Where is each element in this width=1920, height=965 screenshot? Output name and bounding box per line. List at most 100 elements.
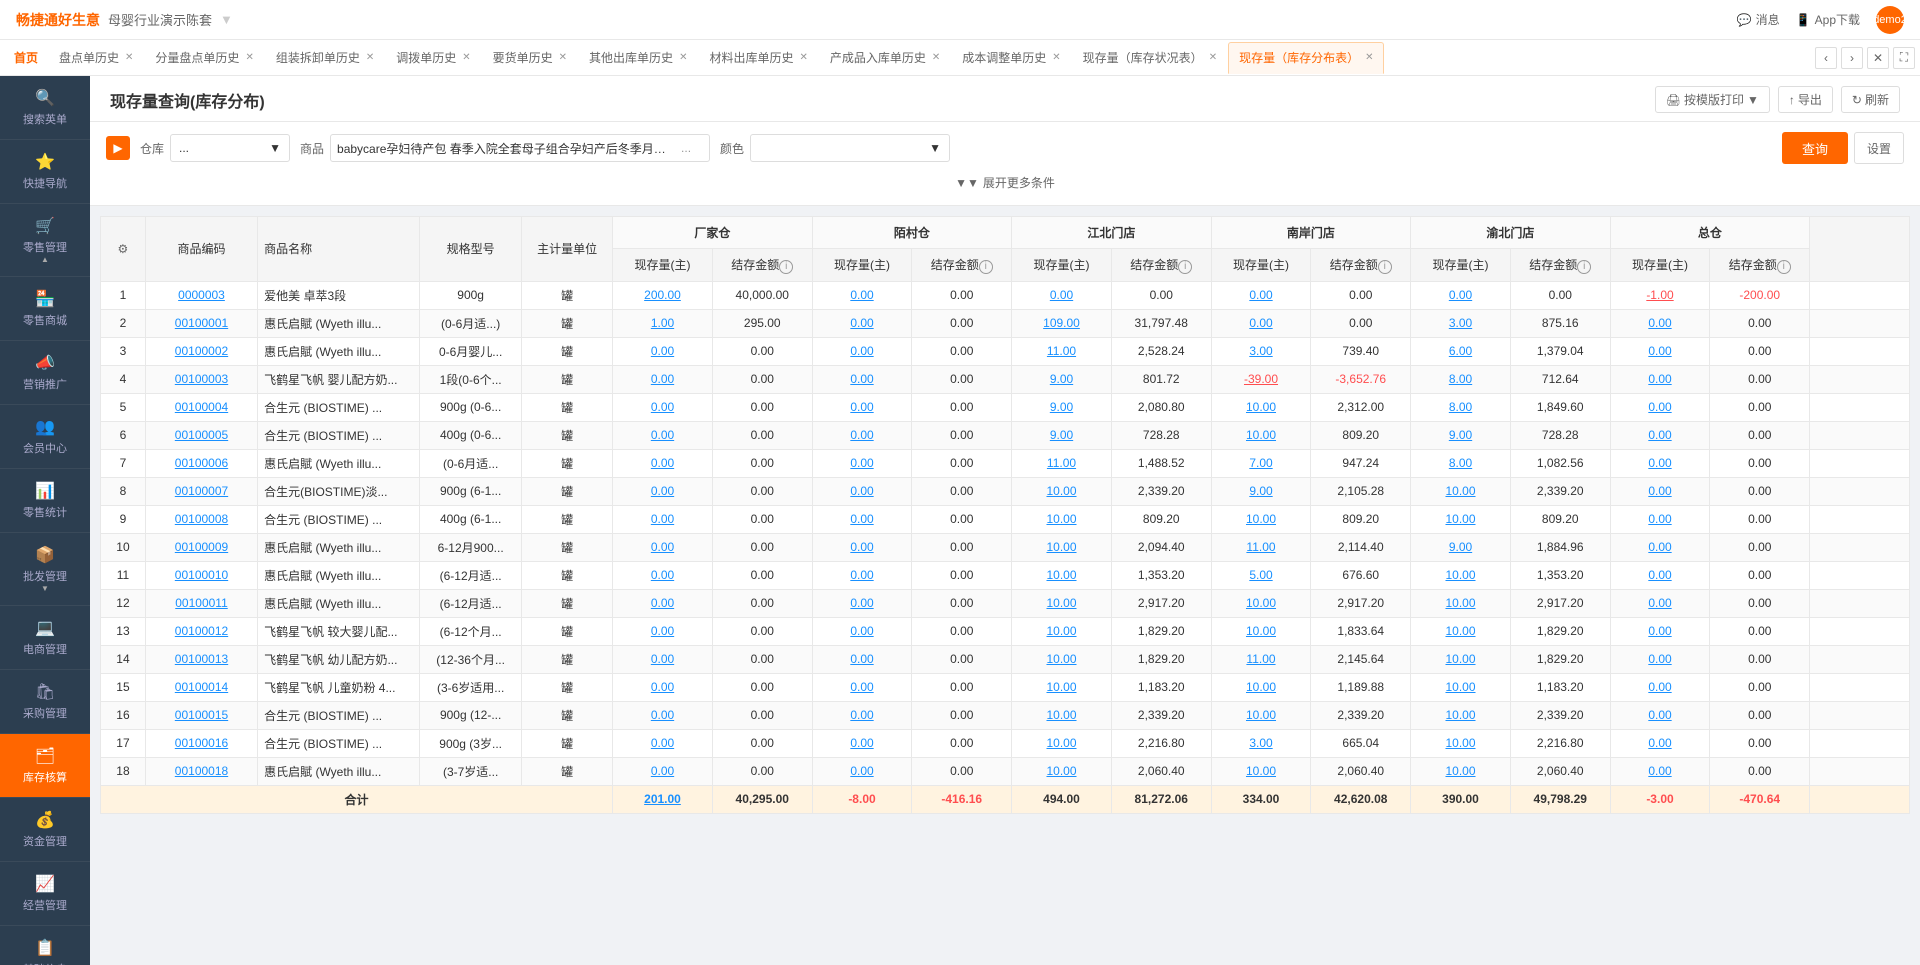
cell-code[interactable]: 00100013 <box>145 645 257 673</box>
tab-t1[interactable]: 盘点单历史 ✕ <box>48 42 144 74</box>
tab-t9[interactable]: 成本调整单历史 ✕ <box>951 42 1071 74</box>
cell-na-qty[interactable]: 10.00 <box>1211 393 1311 421</box>
cell-jb-qty[interactable]: 10.00 <box>1012 561 1112 589</box>
cell-t-qty[interactable]: 0.00 <box>1610 701 1710 729</box>
filter-arrow-btn[interactable]: ▶ <box>106 136 130 160</box>
cell-jb-qty[interactable]: 10.00 <box>1012 589 1112 617</box>
info-icon[interactable]: i <box>1777 260 1791 274</box>
color-dropdown[interactable]: ▼ <box>750 134 950 162</box>
cell-t-qty[interactable]: 0.00 <box>1610 449 1710 477</box>
close-icon[interactable]: ✕ <box>462 52 470 63</box>
cell-f-qty[interactable]: 0.00 <box>613 757 713 785</box>
info-icon[interactable]: i <box>779 260 793 274</box>
avatar[interactable]: demo2 <box>1876 6 1904 34</box>
info-icon[interactable]: i <box>979 260 993 274</box>
tab-nav-prev[interactable]: ‹ <box>1815 47 1837 69</box>
cell-f-qty[interactable]: 0.00 <box>613 617 713 645</box>
cell-f-qty[interactable]: 0.00 <box>613 561 713 589</box>
tab-t7[interactable]: 材料出库单历史 ✕ <box>698 42 818 74</box>
cell-f-qty[interactable]: 0.00 <box>613 673 713 701</box>
sidebar-item-members[interactable]: 👥 会员中心 <box>0 405 90 469</box>
cell-t-qty[interactable]: 0.00 <box>1610 589 1710 617</box>
cell-na-qty[interactable]: 10.00 <box>1211 757 1311 785</box>
cell-m-qty[interactable]: 0.00 <box>812 645 912 673</box>
cell-t-qty[interactable]: 0.00 <box>1610 533 1710 561</box>
tab-expand[interactable]: ⛶ <box>1893 47 1915 69</box>
cell-na-qty[interactable]: 10.00 <box>1211 617 1311 645</box>
cell-m-qty[interactable]: 0.00 <box>812 673 912 701</box>
cell-na-qty[interactable]: 3.00 <box>1211 337 1311 365</box>
cell-jb-qty[interactable]: 10.00 <box>1012 729 1112 757</box>
close-icon[interactable]: ✕ <box>1052 52 1060 63</box>
close-icon[interactable]: ✕ <box>366 52 374 63</box>
tab-t8[interactable]: 产成品入库单历史 ✕ <box>819 42 951 74</box>
cell-t-qty[interactable]: 0.00 <box>1610 337 1710 365</box>
cell-yb-qty[interactable]: 3.00 <box>1411 309 1511 337</box>
cell-code[interactable]: 00100005 <box>145 421 257 449</box>
tab-t2[interactable]: 分量盘点单历史 ✕ <box>144 42 264 74</box>
cell-yb-qty[interactable]: 10.00 <box>1411 757 1511 785</box>
cell-yb-qty[interactable]: 10.00 <box>1411 477 1511 505</box>
cell-code[interactable]: 00100011 <box>145 589 257 617</box>
app-download-btn[interactable]: 📱 App下载 <box>1796 11 1860 28</box>
sidebar-item-mall[interactable]: 🏪 零售商城 <box>0 277 90 341</box>
cell-code[interactable]: 00100014 <box>145 673 257 701</box>
close-icon[interactable]: ✕ <box>1365 52 1373 63</box>
cell-jb-qty[interactable]: 9.00 <box>1012 421 1112 449</box>
cell-code[interactable]: 0000003 <box>145 281 257 309</box>
cell-code[interactable]: 00100004 <box>145 393 257 421</box>
cell-na-qty[interactable]: 11.00 <box>1211 533 1311 561</box>
cell-code[interactable]: 00100015 <box>145 701 257 729</box>
cell-yb-qty[interactable]: 10.00 <box>1411 505 1511 533</box>
cell-m-qty[interactable]: 0.00 <box>812 393 912 421</box>
cell-na-qty[interactable]: 10.00 <box>1211 505 1311 533</box>
cell-t-qty[interactable]: 0.00 <box>1610 617 1710 645</box>
cell-f-qty[interactable]: 0.00 <box>613 365 713 393</box>
settings-icon[interactable]: ⚙ <box>114 240 132 258</box>
cell-m-qty[interactable]: 0.00 <box>812 477 912 505</box>
cell-na-qty[interactable]: 7.00 <box>1211 449 1311 477</box>
cell-f-qty[interactable]: 1.00 <box>613 309 713 337</box>
cell-f-qty[interactable]: 0.00 <box>613 421 713 449</box>
cell-f-qty[interactable]: 0.00 <box>613 337 713 365</box>
sidebar-item-search[interactable]: 🔍 搜索英单 <box>0 76 90 140</box>
cell-yb-qty[interactable]: 8.00 <box>1411 393 1511 421</box>
cell-f-qty[interactable]: 200.00 <box>613 281 713 309</box>
cell-m-qty[interactable]: 0.00 <box>812 729 912 757</box>
cell-m-qty[interactable]: 0.00 <box>812 421 912 449</box>
cell-code[interactable]: 00100009 <box>145 533 257 561</box>
info-icon[interactable]: i <box>1378 260 1392 274</box>
cell-f-qty[interactable]: 0.00 <box>613 477 713 505</box>
cell-m-qty[interactable]: 0.00 <box>812 309 912 337</box>
cell-jb-qty[interactable]: 11.00 <box>1012 449 1112 477</box>
search-btn[interactable]: 查询 <box>1782 132 1848 164</box>
tab-close-all[interactable]: ✕ <box>1867 47 1889 69</box>
settings-btn[interactable]: 设置 <box>1854 132 1904 164</box>
th-settings[interactable]: ⚙ <box>101 217 146 282</box>
cell-jb-qty[interactable]: 10.00 <box>1012 701 1112 729</box>
close-icon[interactable]: ✕ <box>1209 52 1217 63</box>
cell-yb-qty[interactable]: 10.00 <box>1411 561 1511 589</box>
tab-nav-next[interactable]: › <box>1841 47 1863 69</box>
cell-m-qty[interactable]: 0.00 <box>812 701 912 729</box>
cell-code[interactable]: 00100018 <box>145 757 257 785</box>
cell-f-qty[interactable]: 0.00 <box>613 449 713 477</box>
cell-yb-qty[interactable]: 9.00 <box>1411 533 1511 561</box>
cell-m-qty[interactable]: 0.00 <box>812 533 912 561</box>
sidebar-item-finance[interactable]: 💰 资金管理 <box>0 798 90 862</box>
cell-f-qty[interactable]: 0.00 <box>613 589 713 617</box>
sidebar-item-retail-mgmt[interactable]: 🛒 零售管理 ▲ <box>0 204 90 277</box>
cell-jb-qty[interactable]: 10.00 <box>1012 645 1112 673</box>
cell-f-qty[interactable]: 0.00 <box>613 533 713 561</box>
cell-yb-qty[interactable]: 10.00 <box>1411 701 1511 729</box>
cell-yb-qty[interactable]: 0.00 <box>1411 281 1511 309</box>
cell-jb-qty[interactable]: 10.00 <box>1012 617 1112 645</box>
cell-m-qty[interactable]: 0.00 <box>812 589 912 617</box>
cell-na-qty[interactable]: 10.00 <box>1211 673 1311 701</box>
cell-yb-qty[interactable]: 10.00 <box>1411 589 1511 617</box>
cell-na-qty[interactable]: 9.00 <box>1211 477 1311 505</box>
close-icon[interactable]: ✕ <box>932 52 940 63</box>
tab-t6[interactable]: 其他出库单历史 ✕ <box>578 42 698 74</box>
cell-yb-qty[interactable]: 8.00 <box>1411 365 1511 393</box>
cell-jb-qty[interactable]: 10.00 <box>1012 533 1112 561</box>
